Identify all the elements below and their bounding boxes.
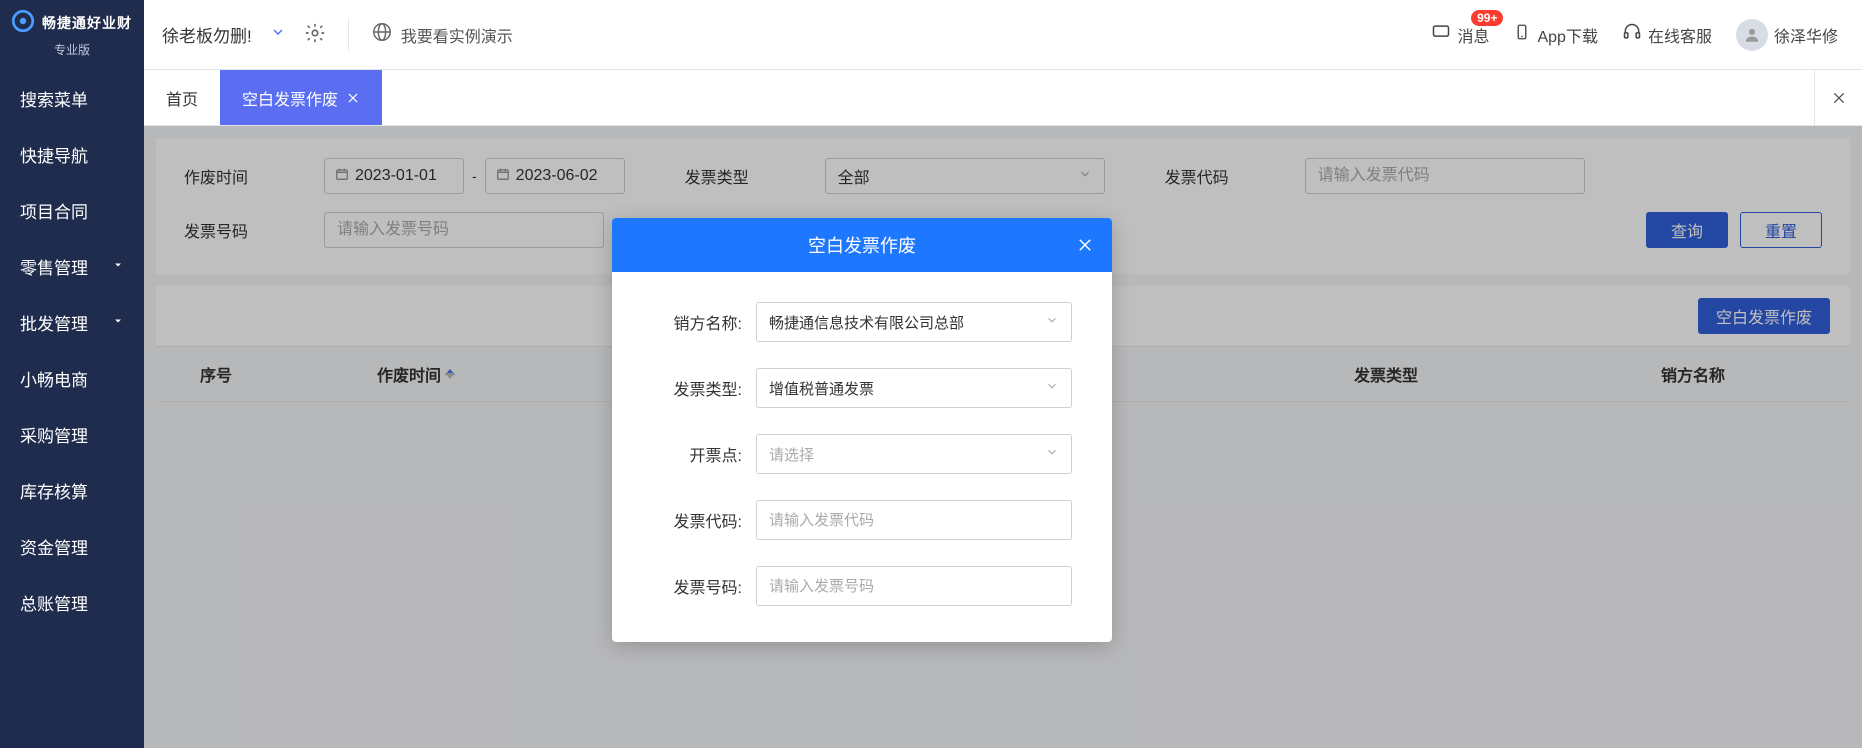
tab-label: 空白发票作废 [242,86,338,110]
sidebar-item-label: 采购管理 [20,422,88,447]
demo-link-label: 我要看实例演示 [401,23,513,47]
sidebar-item-label: 库存核算 [20,478,88,503]
tab-label: 首页 [166,86,198,110]
brand-area: 畅捷通好业财 专业版 [0,0,144,70]
chevron-down-icon [270,24,286,45]
user-menu[interactable]: 徐泽华修 [1736,19,1838,51]
dialog-title: 空白发票作废 [808,232,916,258]
seller-label: 销方名称: [652,310,742,334]
sidebar-item-8[interactable]: 资金管理 [0,518,144,574]
no-input[interactable] [756,566,1072,606]
sidebar-item-label: 零售管理 [20,254,88,279]
brand-name: 畅捷通好业财 [42,13,132,33]
sidebar: 畅捷通好业财 专业版 搜索菜单快捷导航项目合同零售管理批发管理小畅电商采购管理库… [0,0,144,748]
header: 徐老板勿删! 我要看实例演示 消息 99+ App下载 [144,0,1862,70]
app-download-label: App下载 [1537,23,1597,47]
tab-1[interactable]: 空白发票作废 [220,70,382,125]
code-input[interactable] [756,500,1072,540]
type-select[interactable]: 增值税普通发票 [756,368,1072,408]
tab-bar: 首页 空白发票作废 [144,70,1862,126]
headset-icon [1622,22,1642,47]
chevron-down-icon [112,312,124,332]
user-name: 徐泽华修 [1774,23,1838,47]
dialog-body: 销方名称: 畅捷通信息技术有限公司总部 发票类型: 增值税普通发票 开票点: [612,272,1112,642]
settings-gear-icon[interactable] [304,22,326,47]
sidebar-item-label: 资金管理 [20,534,88,559]
sidebar-item-5[interactable]: 小畅电商 [0,350,144,406]
messages-button[interactable]: 消息 99+ [1431,22,1489,47]
sidebar-item-0[interactable]: 搜索菜单 [0,70,144,126]
chevron-down-icon [1045,313,1059,331]
sidebar-item-label: 小畅电商 [20,366,88,391]
dialog-close-button[interactable] [1076,236,1094,254]
chevron-down-icon [112,256,124,276]
type-label: 发票类型: [652,376,742,400]
code-label: 发票代码: [652,508,742,532]
phone-icon [1513,22,1531,47]
messages-badge: 99+ [1471,10,1503,26]
brand-logo-icon [10,8,36,37]
sidebar-item-7[interactable]: 库存核算 [0,462,144,518]
chevron-down-icon [1045,445,1059,463]
sidebar-item-label: 总账管理 [20,590,88,615]
seller-value: 畅捷通信息技术有限公司总部 [769,312,964,333]
messages-label: 消息 [1457,23,1489,47]
brand-edition: 专业版 [10,41,134,58]
type-value: 增值税普通发票 [769,378,874,399]
app-download-button[interactable]: App下载 [1513,22,1597,47]
demo-link[interactable]: 我要看实例演示 [371,21,513,48]
globe-icon [371,21,393,48]
sidebar-item-label: 批发管理 [20,310,88,335]
online-cs-button[interactable]: 在线客服 [1622,22,1712,47]
void-blank-invoice-dialog: 空白发票作废 销方名称: 畅捷通信息技术有限公司总部 发票类型: 增值税普通发票 [612,218,1112,642]
sidebar-item-4[interactable]: 批发管理 [0,294,144,350]
sidebar-item-2[interactable]: 项目合同 [0,182,144,238]
point-label: 开票点: [652,442,742,466]
sidebar-item-1[interactable]: 快捷导航 [0,126,144,182]
sidebar-item-label: 快捷导航 [20,142,88,167]
sidebar-item-3[interactable]: 零售管理 [0,238,144,294]
point-select[interactable]: 请选择 [756,434,1072,474]
chevron-down-icon [1045,379,1059,397]
seller-select[interactable]: 畅捷通信息技术有限公司总部 [756,302,1072,342]
sidebar-item-6[interactable]: 采购管理 [0,406,144,462]
message-icon [1431,22,1451,47]
tenant-name: 徐老板勿删! [162,22,252,47]
point-placeholder: 请选择 [769,444,814,465]
sidebar-item-label: 项目合同 [20,198,88,223]
dialog-header: 空白发票作废 [612,218,1112,272]
no-label: 发票号码: [652,574,742,598]
tab-close-icon[interactable] [346,91,360,105]
online-cs-label: 在线客服 [1648,23,1712,47]
tab-0[interactable]: 首页 [144,70,220,125]
divider [348,19,349,51]
close-all-tabs-button[interactable] [1814,70,1862,125]
tenant-selector[interactable]: 徐老板勿删! [162,22,286,47]
sidebar-item-9[interactable]: 总账管理 [0,574,144,630]
avatar-icon [1736,19,1768,51]
sidebar-item-label: 搜索菜单 [20,86,88,111]
